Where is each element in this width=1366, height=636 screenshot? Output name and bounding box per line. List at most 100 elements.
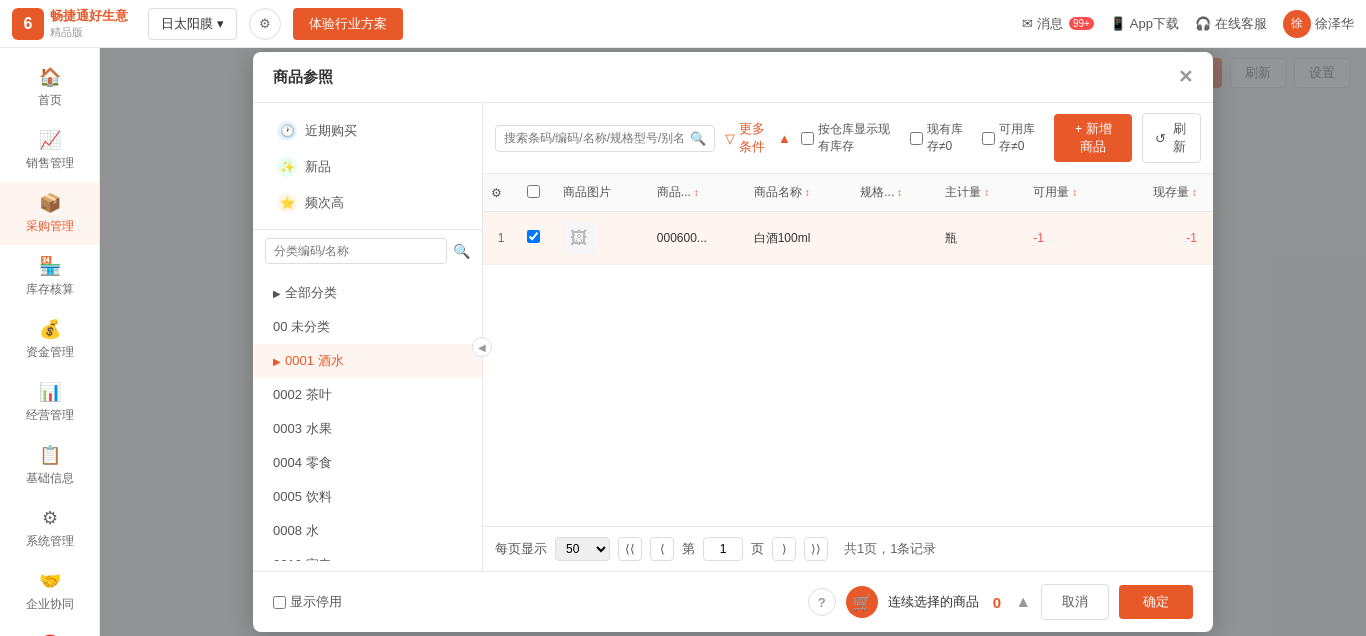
brand-text: 畅捷通好生意 精品版 (50, 7, 128, 40)
settings-icon[interactable]: ⚙ (249, 8, 281, 40)
name-col-label: 商品名称 (754, 184, 802, 201)
nav-new-products[interactable]: ✨ 新品 (265, 149, 470, 185)
category-item-snack[interactable]: 0004 零食 (253, 446, 482, 480)
col-stock[interactable]: 现存量 ↕ (1113, 174, 1213, 212)
next-page-button[interactable]: ⟩ (772, 537, 796, 561)
category-item-tea[interactable]: 0002 茶叶 (253, 378, 482, 412)
product-table: ⚙ 商品图片 (483, 174, 1213, 265)
inventory-icon: 🏪 (39, 255, 61, 277)
col-available[interactable]: 可用量 ↕ (1025, 174, 1113, 212)
mobile-icon: 📱 (1110, 16, 1126, 31)
category-item-water[interactable]: 0008 水 (253, 514, 482, 548)
sidebar-item-guide[interactable]: 🎯 新手引导 (0, 623, 99, 636)
avatar: 徐 (1283, 10, 1311, 38)
select-all-checkbox[interactable] (527, 185, 540, 198)
category-item-liquor[interactable]: ▶ 0001 酒水 (253, 344, 482, 378)
sidebar-item-inventory[interactable]: 🏪 库存核算 (0, 245, 99, 308)
store-dropdown[interactable]: 日太阳膜 ▾ (148, 8, 237, 40)
add-product-button[interactable]: + 新增商品 (1054, 114, 1132, 162)
filter-icon: ▽ (725, 131, 735, 146)
first-page-button[interactable]: ⟨⟨ (618, 537, 642, 561)
last-page-button[interactable]: ⟩⟩ (804, 537, 828, 561)
category-item-appliance[interactable]: 0010 家电 (253, 548, 482, 561)
page-number-input[interactable] (703, 537, 743, 561)
sidebar-item-business[interactable]: 📊 经营管理 (0, 371, 99, 434)
modal-close-button[interactable]: ✕ (1178, 66, 1193, 88)
col-code[interactable]: 商品... ↕ (649, 174, 746, 212)
show-disabled-checkbox[interactable]: 显示停用 (273, 593, 342, 611)
prev-page-button[interactable]: ⟨ (650, 537, 674, 561)
user-profile[interactable]: 徐 徐泽华 (1283, 10, 1354, 38)
col-image: 商品图片 (555, 174, 649, 212)
trial-button[interactable]: 体验行业方案 (293, 8, 403, 40)
row-unit: 瓶 (937, 212, 1025, 265)
row-code: 000600... (649, 212, 746, 265)
stock-sort-icon: ↕ (1192, 187, 1197, 198)
app-download-item[interactable]: 📱 App下载 (1110, 15, 1179, 33)
sidebar-item-system[interactable]: ⚙ 系统管理 (0, 497, 99, 560)
collapse-panel-button[interactable]: ◀ (472, 337, 492, 357)
sidebar-item-sales[interactable]: 📈 销售管理 (0, 119, 99, 182)
product-search-icon[interactable]: 🔍 (690, 131, 706, 146)
finance-icon: 💰 (39, 318, 61, 340)
chevron-down-icon: ▾ (217, 16, 224, 31)
sidebar-item-purchase[interactable]: 📦 采购管理 (0, 182, 99, 245)
messages-nav-item[interactable]: ✉ 消息 99+ (1022, 15, 1094, 33)
available-stock-checkbox[interactable]: 可用库存≠0 (982, 121, 1044, 155)
more-conditions-btn[interactable]: ▽ 更多条件 ▲ (725, 120, 791, 156)
col-settings[interactable]: ⚙ (483, 174, 519, 212)
cancel-button[interactable]: 取消 (1041, 584, 1109, 620)
sidebar-item-basic[interactable]: 📋 基础信息 (0, 434, 99, 497)
online-service-item[interactable]: 🎧 在线客服 (1195, 15, 1267, 33)
help-icon[interactable]: ? (808, 588, 836, 616)
new-icon: ✨ (277, 157, 297, 177)
sidebar-item-home[interactable]: 🏠 首页 (0, 56, 99, 119)
page-suffix: 页 (751, 540, 764, 558)
basic-icon: 📋 (39, 444, 61, 466)
product-search-input[interactable] (504, 131, 684, 145)
per-page-select[interactable]: 50 10 20 100 (555, 537, 610, 561)
col-checkbox (519, 174, 555, 212)
logo-area: 6 畅捷通好生意 精品版 (12, 7, 128, 40)
pagination-bar: 每页显示 50 10 20 100 ⟨⟨ ⟨ 第 页 (483, 526, 1213, 571)
sidebar-item-finance[interactable]: 💰 资金管理 (0, 308, 99, 371)
row-select-checkbox[interactable] (527, 230, 540, 243)
headset-icon: 🎧 (1195, 16, 1211, 31)
nav-high-frequency[interactable]: ⭐ 频次高 (265, 185, 470, 221)
table-row[interactable]: 1 🖼 000600... 白酒100ml (483, 212, 1213, 265)
spec-col-label: 规格... (860, 184, 894, 201)
page-label: 第 (682, 540, 695, 558)
system-icon: ⚙ (42, 507, 58, 529)
collapse-up-icon[interactable]: ▲ (1015, 593, 1031, 611)
col-spec[interactable]: 规格... ↕ (852, 174, 937, 212)
category-search-icon[interactable]: 🔍 (453, 243, 470, 259)
cart-icon: 🛒 (846, 586, 878, 618)
refresh-button[interactable]: ↺ 刷新 (1142, 113, 1201, 163)
continuous-select-label: 连续选择的商品 (888, 593, 979, 611)
category-item-fruit[interactable]: 0003 水果 (253, 412, 482, 446)
confirm-button[interactable]: 确定 (1119, 585, 1193, 619)
category-search-input[interactable] (265, 238, 447, 264)
row-checkbox[interactable] (519, 212, 555, 265)
main-area: 查询 刷新 设置 商品参照 ✕ ◀ (100, 48, 1366, 636)
nav-recent-purchase[interactable]: 🕐 近期购买 (265, 113, 470, 149)
col-name[interactable]: 商品名称 ↕ (746, 174, 853, 212)
all-categories-item[interactable]: ▶ 全部分类 (253, 276, 482, 310)
column-settings-icon[interactable]: ⚙ (491, 186, 502, 200)
filter-bar: 🔍 ▽ 更多条件 ▲ 按仓库显示现有库存 (483, 103, 1213, 174)
category-item-uncategorized[interactable]: 00 未分类 (253, 310, 482, 344)
table-header-row: ⚙ 商品图片 (483, 174, 1213, 212)
product-thumbnail: 🖼 (563, 222, 595, 254)
col-unit[interactable]: 主计量 ↕ (937, 174, 1025, 212)
total-info: 共1页，1条记录 (844, 540, 936, 558)
logo-icon: 6 (12, 8, 44, 40)
sidebar-item-collab[interactable]: 🤝 企业协同 (0, 560, 99, 623)
category-item-beverage[interactable]: 0005 饮料 (253, 480, 482, 514)
layout: 🏠 首页 📈 销售管理 📦 采购管理 🏪 库存核算 💰 资金管理 📊 经营管理 … (0, 48, 1366, 636)
business-icon: 📊 (39, 381, 61, 403)
product-search-box: 🔍 (495, 125, 715, 152)
current-stock-checkbox[interactable]: 现有库存≠0 (910, 121, 972, 155)
selected-count-badge: 0 (993, 594, 1001, 611)
warehouse-stock-checkbox[interactable]: 按仓库显示现有库存 (801, 121, 900, 155)
product-table-body: 1 🖼 000600... 白酒100ml (483, 212, 1213, 265)
